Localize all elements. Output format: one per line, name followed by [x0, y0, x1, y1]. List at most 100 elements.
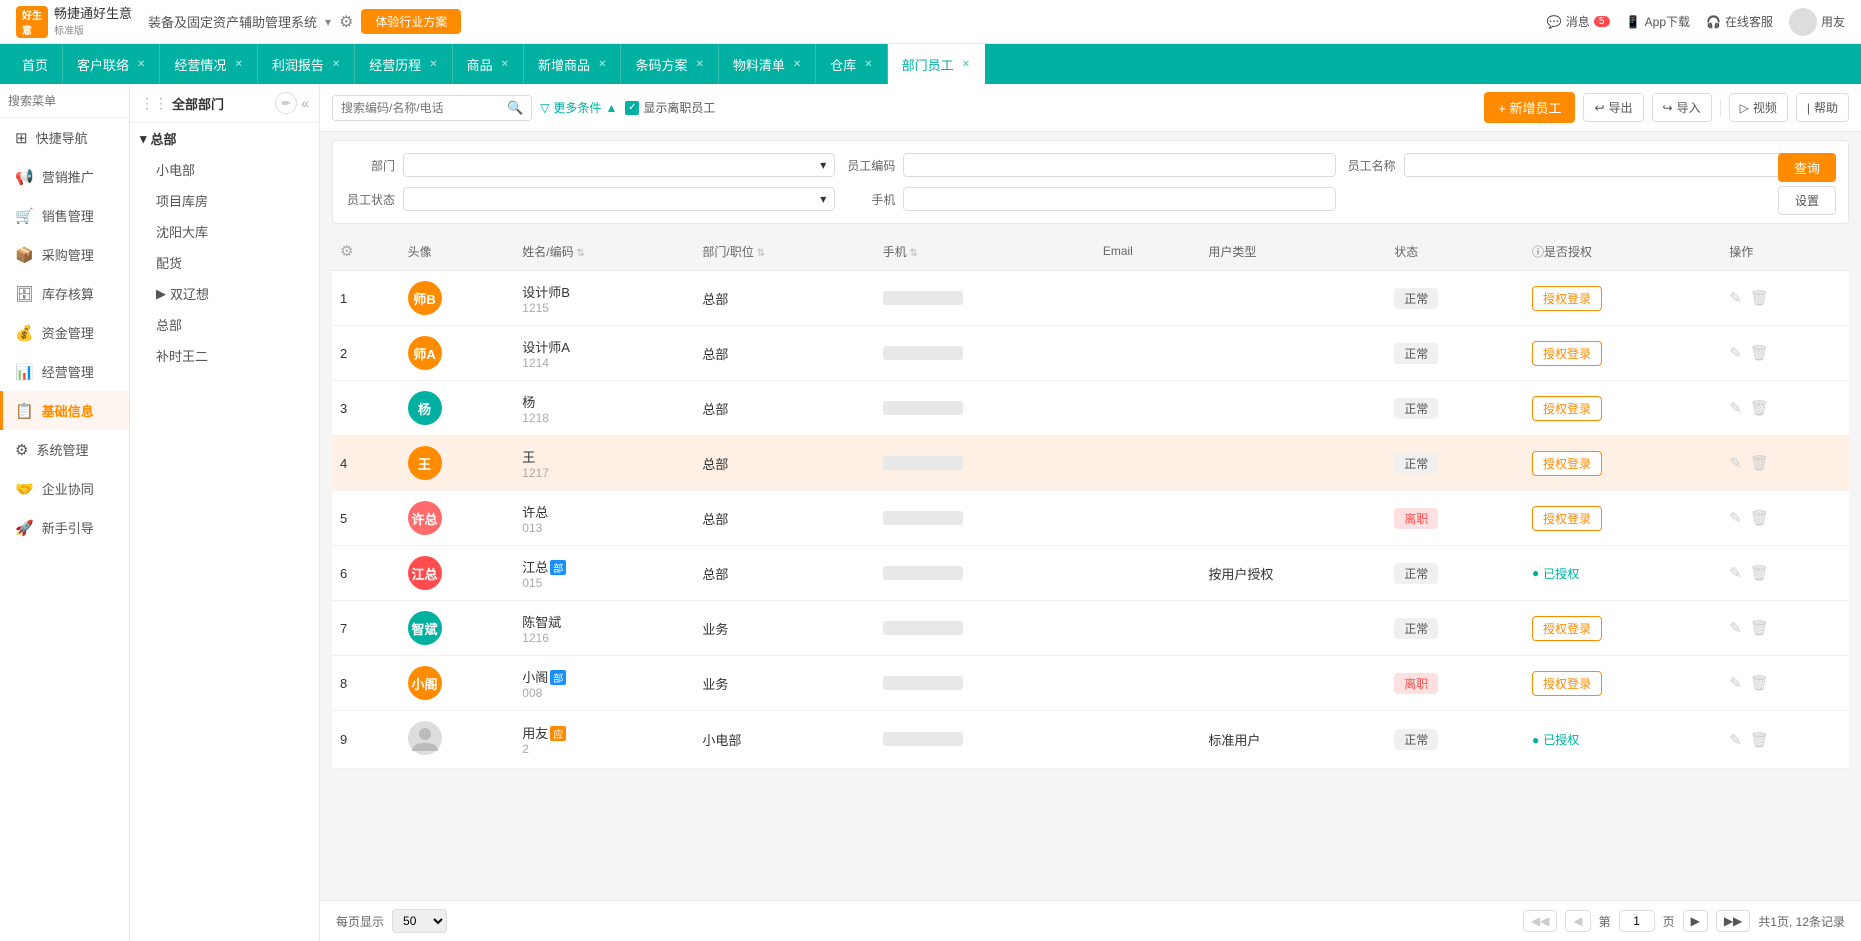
- delete-icon[interactable]: 🗑: [1750, 344, 1769, 362]
- tree-node-project[interactable]: 项目库房: [130, 185, 319, 216]
- delete-icon[interactable]: 🗑: [1750, 619, 1769, 637]
- sidebar-item-quick-nav[interactable]: ⊞ 快捷导航: [0, 118, 129, 157]
- tab-process-close[interactable]: ✕: [429, 59, 437, 70]
- tab-profit-close[interactable]: ✕: [332, 59, 340, 70]
- empstatus-select[interactable]: ▾: [403, 187, 835, 211]
- auth-button[interactable]: 授权登录: [1532, 341, 1602, 366]
- edit-icon[interactable]: ✎: [1729, 399, 1742, 417]
- query-button[interactable]: 查询: [1778, 153, 1836, 182]
- sidebar-item-finance[interactable]: 💰 资金管理: [0, 313, 129, 352]
- page-number-input[interactable]: [1619, 910, 1655, 932]
- tab-goods-close[interactable]: ✕: [501, 59, 509, 70]
- column-settings-icon[interactable]: ⚙: [340, 243, 353, 260]
- app-download-action[interactable]: 📱 App下载: [1626, 13, 1690, 30]
- sidebar-search-box[interactable]: 🔍: [0, 84, 129, 118]
- cell-auth[interactable]: 授权登录: [1524, 436, 1721, 491]
- tab-home[interactable]: 首页: [8, 44, 63, 84]
- empcode-input[interactable]: [903, 153, 1335, 177]
- search-icon[interactable]: 🔍: [507, 100, 523, 116]
- tab-warehouse-close[interactable]: ✕: [864, 59, 872, 70]
- search-input[interactable]: [341, 101, 501, 115]
- tab-customer[interactable]: 客户联络✕: [63, 44, 160, 84]
- phone-input[interactable]: [903, 187, 1335, 211]
- show-resigned-toggle[interactable]: 显示离职员工: [625, 99, 715, 116]
- delete-icon[interactable]: 🗑: [1750, 564, 1769, 582]
- tab-business[interactable]: 经营情况✕: [160, 44, 257, 84]
- tree-node-bushi[interactable]: 补时王二: [130, 340, 319, 371]
- online-support-action[interactable]: 🎧 在线客服: [1706, 13, 1773, 30]
- tab-barcode-close[interactable]: ✕: [695, 59, 703, 70]
- trial-button[interactable]: 体验行业方案: [361, 9, 461, 34]
- filter-settings-button[interactable]: 设置: [1778, 186, 1836, 215]
- tab-new-goods[interactable]: 新增商品✕: [524, 44, 621, 84]
- empname-input[interactable]: [1404, 153, 1836, 177]
- sidebar-item-collab[interactable]: 🤝 企业协同: [0, 469, 129, 508]
- tab-business-close[interactable]: ✕: [234, 59, 242, 70]
- prev-page-button[interactable]: ◀: [1565, 910, 1590, 932]
- th-dept-position[interactable]: 部门/职位: [694, 232, 874, 271]
- tree-node-shenyang[interactable]: 沈阳大库: [130, 216, 319, 247]
- cell-auth[interactable]: 授权登录: [1524, 381, 1721, 436]
- delete-icon[interactable]: 🗑: [1750, 731, 1769, 749]
- export-button[interactable]: ↩ 导出: [1583, 93, 1643, 122]
- cell-auth[interactable]: 授权登录: [1524, 271, 1721, 326]
- help-button[interactable]: | 帮助: [1796, 93, 1849, 122]
- search-box[interactable]: 🔍: [332, 95, 532, 121]
- dept-select[interactable]: ▾: [403, 153, 835, 177]
- edit-icon[interactable]: ✎: [1729, 454, 1742, 472]
- edit-icon[interactable]: ✎: [1729, 289, 1742, 307]
- tab-profit[interactable]: 利润报告✕: [258, 44, 355, 84]
- tab-barcode[interactable]: 条码方案✕: [621, 44, 718, 84]
- last-page-button[interactable]: ▶▶: [1716, 910, 1750, 932]
- th-settings[interactable]: ⚙: [332, 232, 400, 271]
- th-name-code[interactable]: 姓名/编码: [514, 232, 694, 271]
- tree-node-shuangliao[interactable]: ▶ 双辽想: [130, 278, 319, 309]
- auth-button[interactable]: 授权登录: [1532, 286, 1602, 311]
- edit-icon[interactable]: ✎: [1729, 509, 1742, 527]
- auth-button[interactable]: 授权登录: [1532, 451, 1602, 476]
- per-page-select[interactable]: 50 20 100: [392, 909, 447, 933]
- cell-auth[interactable]: 授权登录: [1524, 656, 1721, 711]
- th-phone[interactable]: 手机: [875, 232, 1095, 271]
- edit-icon[interactable]: ✎: [1729, 619, 1742, 637]
- tree-node-general[interactable]: ▾ 总部: [130, 123, 319, 154]
- cell-auth[interactable]: 授权登录: [1524, 326, 1721, 381]
- tab-staff[interactable]: 部门员工✕: [888, 44, 985, 84]
- tab-customer-close[interactable]: ✕: [137, 59, 145, 70]
- edit-icon[interactable]: ✎: [1729, 344, 1742, 362]
- cell-auth[interactable]: 授权登录: [1524, 601, 1721, 656]
- sidebar-item-purchase[interactable]: 📦 采购管理: [0, 235, 129, 274]
- more-conditions-button[interactable]: ▽ 更多条件 ▲: [540, 99, 617, 116]
- sidebar-item-marketing[interactable]: 📢 营销推广: [0, 157, 129, 196]
- sidebar-item-guide[interactable]: 🚀 新手引导: [0, 508, 129, 547]
- tab-staff-close[interactable]: ✕: [962, 59, 970, 70]
- add-employee-button[interactable]: + 新增员工: [1484, 92, 1575, 123]
- cell-auth[interactable]: 授权登录: [1524, 491, 1721, 546]
- import-button[interactable]: ↪ 导入: [1652, 93, 1712, 122]
- resigned-checkbox[interactable]: [625, 101, 639, 115]
- cell-auth[interactable]: 已授权: [1524, 711, 1721, 769]
- sidebar-item-basic[interactable]: 📋 基础信息: [0, 391, 129, 430]
- sidebar-item-inventory[interactable]: 🗄 库存核算: [0, 274, 129, 313]
- tab-material-close[interactable]: ✕: [793, 59, 801, 70]
- delete-icon[interactable]: 🗑: [1750, 674, 1769, 692]
- tree-node-zongbu[interactable]: 总部: [130, 309, 319, 340]
- tab-warehouse[interactable]: 仓库✕: [816, 44, 887, 84]
- system-dropdown-button[interactable]: ▾: [325, 15, 331, 29]
- delete-icon[interactable]: 🗑: [1750, 454, 1769, 472]
- delete-icon[interactable]: 🗑: [1750, 509, 1769, 527]
- tree-node-distribution[interactable]: 配货: [130, 247, 319, 278]
- auth-button[interactable]: 授权登录: [1532, 616, 1602, 641]
- edit-icon[interactable]: ✎: [1729, 564, 1742, 582]
- dept-edit-button[interactable]: ✏: [275, 92, 297, 114]
- view-button[interactable]: ▷ 视频: [1729, 93, 1788, 122]
- sidebar-item-operation[interactable]: 📊 经营管理: [0, 352, 129, 391]
- tab-new-goods-close[interactable]: ✕: [598, 59, 606, 70]
- message-action[interactable]: 💬 消息 5: [1547, 13, 1610, 30]
- sidebar-item-system[interactable]: ⚙ 系统管理: [0, 430, 129, 469]
- auth-button[interactable]: 授权登录: [1532, 396, 1602, 421]
- edit-icon[interactable]: ✎: [1729, 731, 1742, 749]
- first-page-button[interactable]: ◀◀: [1523, 910, 1557, 932]
- next-page-button[interactable]: ▶: [1683, 910, 1708, 932]
- collapse-button[interactable]: «: [301, 95, 309, 111]
